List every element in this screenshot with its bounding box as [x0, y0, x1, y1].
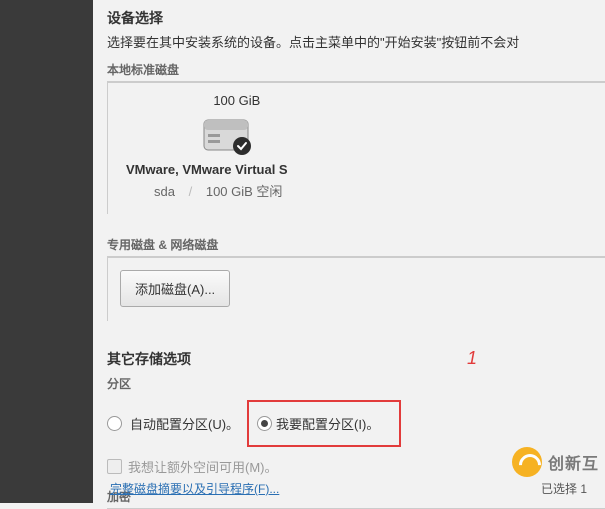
- watermark-text: 创新互: [548, 450, 599, 474]
- disk-name: VMware, VMware Virtual S: [126, 162, 288, 177]
- page-hint: 选择要在其中安装系统的设备。点击主菜单中的"开始安装"按钮前不会对: [107, 32, 605, 51]
- left-sidebar: [0, 0, 93, 503]
- partition-heading: 分区: [107, 375, 605, 392]
- radio-auto-partition-label: 自动配置分区(U)。: [130, 414, 239, 433]
- page-title: 设备选择: [107, 8, 605, 28]
- watermark: 创新互: [512, 447, 599, 477]
- hard-disk-icon: [202, 114, 266, 154]
- full-disk-summary-link[interactable]: 完整磁盘摘要以及引导程序(F)...: [110, 480, 279, 497]
- annotation-marker-1: 1: [467, 348, 477, 369]
- partition-radio-row: 自动配置分区(U)。 我要配置分区(I)。: [107, 400, 605, 447]
- manual-partition-highlight: 我要配置分区(I)。: [247, 400, 401, 447]
- network-disks-box: 添加磁盘(A)...: [107, 257, 605, 321]
- watermark-logo-icon: [512, 447, 542, 477]
- radio-manual-partition[interactable]: [257, 416, 272, 431]
- checkbox-extra-space[interactable]: [107, 459, 122, 474]
- local-disks-heading: 本地标准磁盘: [107, 61, 605, 78]
- disk-id: sda: [154, 184, 175, 199]
- footer-status: 已选择 1: [541, 480, 587, 497]
- radio-manual-partition-label: 我要配置分区(I)。: [276, 414, 379, 433]
- main-content: 设备选择 选择要在其中安装系统的设备。点击主菜单中的"开始安装"按钮前不会对 本…: [93, 0, 605, 503]
- add-disk-button[interactable]: 添加磁盘(A)...: [120, 270, 230, 307]
- radio-auto-partition[interactable]: [107, 416, 122, 431]
- checkbox-extra-space-label: 我想让额外空间可用(M)。: [128, 457, 278, 476]
- disk-size: 100 GiB: [186, 93, 288, 108]
- disk-item[interactable]: 100 GiB VMware, VMware Virtual S sda / 1…: [126, 93, 288, 200]
- local-disks-box: 100 GiB VMware, VMware Virtual S sda / 1…: [107, 82, 605, 214]
- other-storage-title: 其它存储选项: [107, 349, 605, 369]
- network-disks-heading: 专用磁盘 & 网络磁盘: [107, 236, 605, 253]
- disk-info: sda / 100 GiB 空闲: [126, 181, 288, 200]
- disk-free: 100 GiB 空闲: [206, 184, 283, 199]
